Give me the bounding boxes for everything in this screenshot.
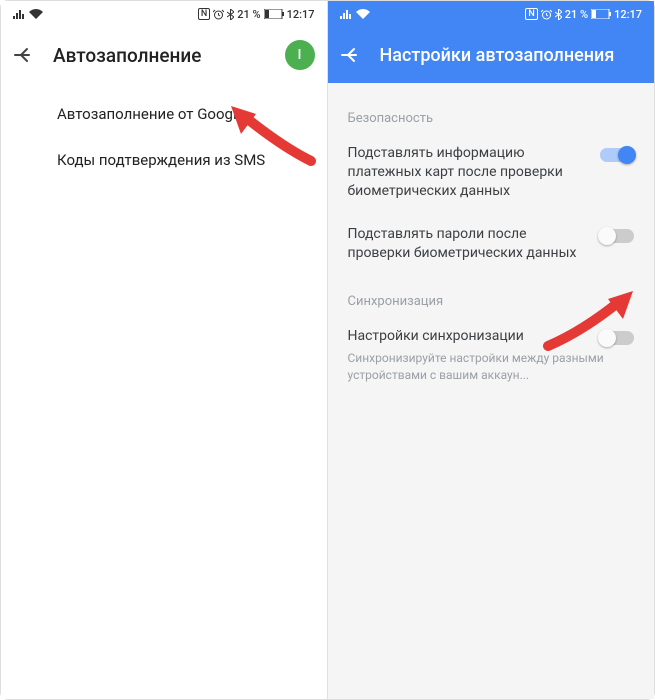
status-time: 12:17 bbox=[614, 8, 642, 21]
setting-sync[interactable]: Настройки синхронизации bbox=[328, 317, 655, 350]
setting-payment-biometric[interactable]: Подставлять информацию платежных карт по… bbox=[328, 134, 655, 215]
signal-icon bbox=[13, 9, 25, 19]
status-bar: N 21 % 12:17 bbox=[1, 1, 327, 27]
signal-icon bbox=[340, 9, 352, 19]
avatar[interactable]: I bbox=[285, 40, 315, 70]
toggle-payment-biometric[interactable] bbox=[600, 148, 634, 162]
list-item-sms-codes[interactable]: Коды подтверждения из SMS bbox=[1, 137, 327, 183]
header: Настройки автозаполнения bbox=[328, 27, 655, 83]
section-label-security: Безопасность bbox=[328, 93, 655, 134]
status-bar: N 21 % 12:17 bbox=[328, 1, 655, 27]
setting-password-biometric[interactable]: Подставлять пароли после проверки биомет… bbox=[328, 215, 655, 277]
header: Автозаполнение I bbox=[1, 27, 327, 83]
section-label-sync: Синхронизация bbox=[328, 276, 655, 317]
alarm-icon bbox=[213, 9, 224, 20]
status-time: 12:17 bbox=[287, 8, 315, 21]
battery-pct: 21 % bbox=[565, 8, 588, 21]
battery-icon bbox=[264, 9, 284, 19]
nfc-icon: N bbox=[525, 8, 537, 20]
page-title: Автозаполнение bbox=[53, 44, 265, 67]
avatar-letter: I bbox=[298, 47, 302, 63]
list-item-google-autofill[interactable]: Автозаполнение от Google bbox=[1, 91, 327, 137]
nfc-icon: N bbox=[198, 8, 210, 20]
bluetooth-icon bbox=[555, 9, 562, 20]
battery-icon bbox=[591, 9, 611, 19]
toggle-sync[interactable] bbox=[600, 331, 634, 345]
setting-sync-desc: Синхронизируйте настройки между разными … bbox=[328, 350, 655, 388]
settings-content: Безопасность Подставлять информацию плат… bbox=[328, 83, 655, 699]
wifi-icon bbox=[29, 9, 43, 19]
setting-label: Подставлять пароли после проверки биомет… bbox=[348, 225, 589, 263]
setting-label: Подставлять информацию платежных карт по… bbox=[348, 144, 589, 201]
autofill-list: Автозаполнение от Google Коды подтвержде… bbox=[1, 83, 327, 183]
alarm-icon bbox=[541, 9, 552, 20]
screen-autofill-settings: N 21 % 12:17 Настройки автозаполнения Бе… bbox=[328, 1, 655, 699]
bluetooth-icon bbox=[227, 9, 234, 20]
battery-pct: 21 % bbox=[237, 8, 260, 21]
list-item-label: Коды подтверждения из SMS bbox=[57, 151, 265, 169]
setting-label: Настройки синхронизации bbox=[348, 327, 589, 346]
toggle-password-biometric[interactable] bbox=[600, 229, 634, 243]
page-title: Настройки автозаполнения bbox=[380, 45, 643, 66]
screen-autofill: N 21 % 12:17 Автозаполнение I Автозаполн… bbox=[1, 1, 328, 699]
wifi-icon bbox=[356, 9, 370, 19]
list-item-label: Автозаполнение от Google bbox=[57, 105, 245, 123]
back-button[interactable] bbox=[13, 45, 33, 65]
back-button[interactable] bbox=[340, 45, 360, 65]
